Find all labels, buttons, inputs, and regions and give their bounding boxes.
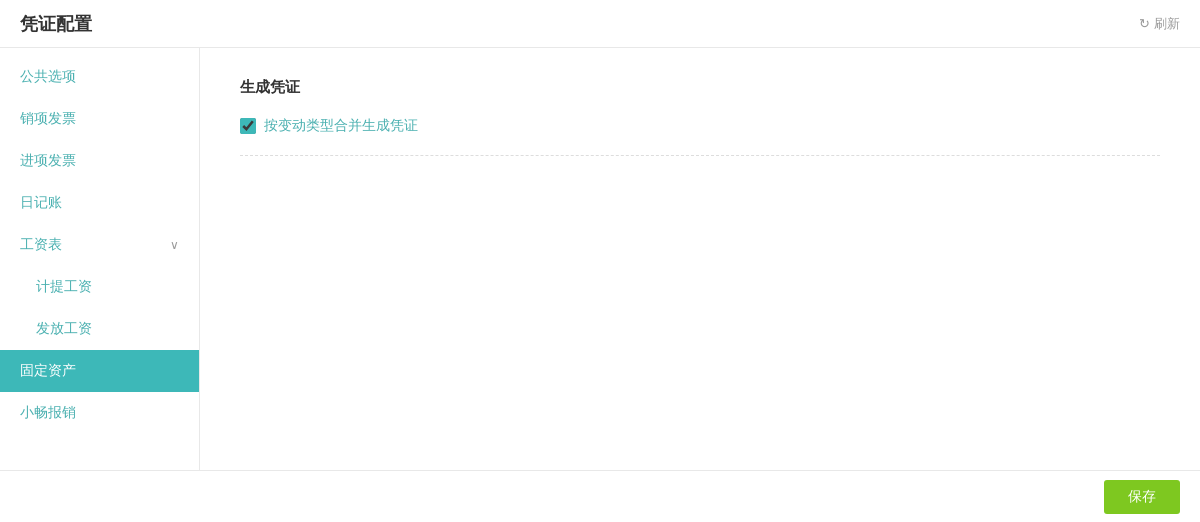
- sidebar-item-payroll-calc[interactable]: 计提工资: [0, 266, 199, 308]
- sidebar-item-journal[interactable]: 日记账: [0, 182, 199, 224]
- refresh-button[interactable]: ↻ 刷新: [1139, 15, 1180, 33]
- sidebar-item-fixed-assets[interactable]: 固定资产: [0, 350, 199, 392]
- refresh-icon: ↻: [1139, 16, 1150, 31]
- refresh-label: 刷新: [1154, 15, 1180, 33]
- sidebar-item-purchase-invoice[interactable]: 进项发票: [0, 140, 199, 182]
- page-header: 凭证配置 ↻ 刷新: [0, 0, 1200, 48]
- sidebar-item-payroll-table[interactable]: 工资表 ∨: [0, 224, 199, 266]
- sidebar-item-payroll-pay[interactable]: 发放工资: [0, 308, 199, 350]
- chevron-down-icon: ∨: [170, 238, 179, 252]
- sidebar-item-label: 发放工资: [36, 320, 92, 338]
- sidebar-item-label: 公共选项: [20, 68, 76, 86]
- sidebar-item-label: 日记账: [20, 194, 62, 212]
- page-footer: 保存: [0, 470, 1200, 522]
- sidebar-item-label: 工资表: [20, 236, 62, 254]
- merge-by-type-checkbox[interactable]: [240, 118, 256, 134]
- content-area: 生成凭证 按变动类型合并生成凭证: [200, 48, 1200, 470]
- section-divider: [240, 155, 1160, 156]
- sidebar-item-public[interactable]: 公共选项: [0, 56, 199, 98]
- sidebar-item-label: 进项发票: [20, 152, 76, 170]
- save-button[interactable]: 保存: [1104, 480, 1180, 514]
- merge-by-type-label[interactable]: 按变动类型合并生成凭证: [264, 117, 418, 135]
- sidebar: 公共选项销项发票进项发票日记账工资表 ∨ 计提工资发放工资固定资产小畅报销: [0, 48, 200, 470]
- main-layout: 公共选项销项发票进项发票日记账工资表 ∨ 计提工资发放工资固定资产小畅报销 生成凭证…: [0, 48, 1200, 470]
- section-title: 生成凭证: [240, 78, 1160, 97]
- sidebar-item-label: 小畅报销: [20, 404, 76, 422]
- sidebar-item-expense[interactable]: 小畅报销: [0, 392, 199, 434]
- page-title: 凭证配置: [20, 12, 92, 36]
- sidebar-item-label: 固定资产: [20, 362, 76, 380]
- checkbox-row: 按变动类型合并生成凭证: [240, 117, 1160, 135]
- sidebar-item-label: 计提工资: [36, 278, 92, 296]
- sidebar-item-label: 销项发票: [20, 110, 76, 128]
- sidebar-item-sales-invoice[interactable]: 销项发票: [0, 98, 199, 140]
